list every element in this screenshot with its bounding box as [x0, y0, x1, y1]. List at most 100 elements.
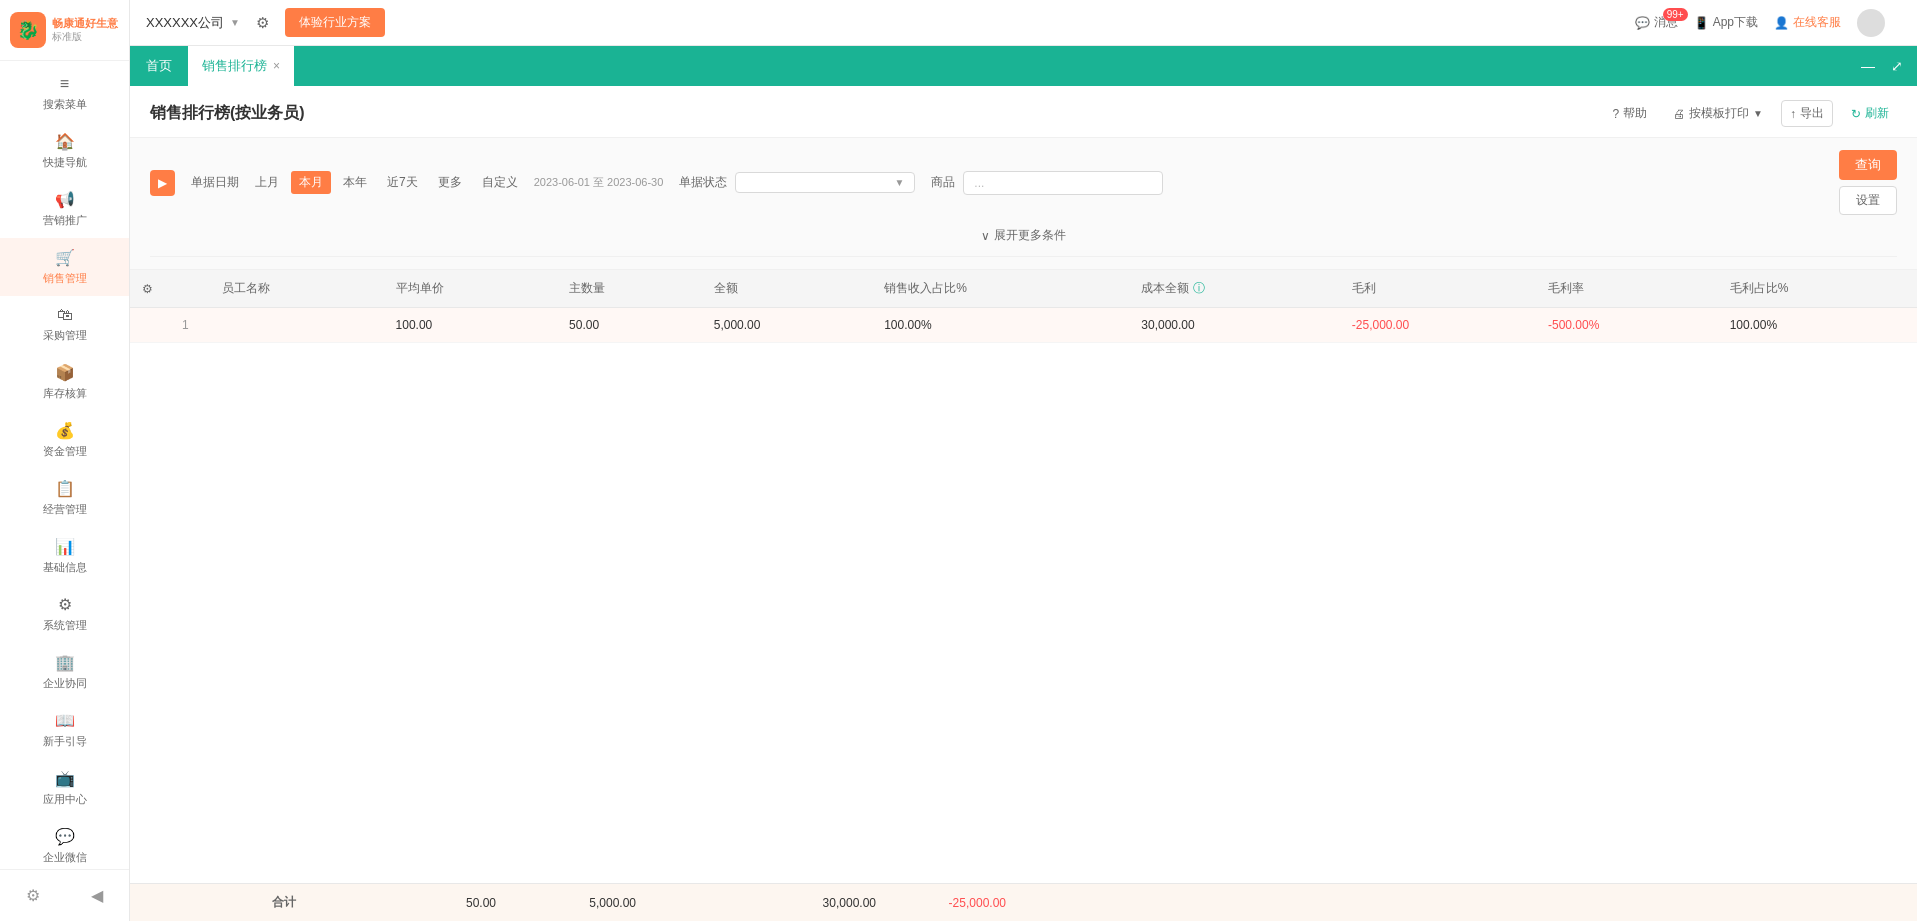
sidebar-item-label: 基础信息: [43, 560, 87, 575]
refresh-icon: ↻: [1851, 107, 1861, 121]
message-button[interactable]: 💬 消息 99+: [1635, 14, 1678, 31]
content-inner: 销售排行榜(按业务员) ? 帮助 🖨 按模板打印 ▼ ↑ 导出: [130, 86, 1917, 921]
refresh-button[interactable]: ↻ 刷新: [1843, 101, 1897, 126]
sidebar-item-wechat[interactable]: 💬 企业微信: [0, 817, 129, 869]
table-row: 1 100.00 50.00: [130, 308, 1917, 343]
footer-amount: 5,000.00: [516, 896, 636, 910]
logo: 🐉 畅康通好生意 标准版: [0, 0, 129, 61]
sidebar-item-system[interactable]: ⚙ 系统管理: [0, 585, 129, 643]
content-area: 销售排行榜(按业务员) ? 帮助 🖨 按模板打印 ▼ ↑ 导出: [130, 86, 1917, 921]
date-range: 2023-06-01 至 2023-06-30: [534, 175, 664, 190]
sidebar-item-enterprise[interactable]: 🏢 企业协同: [0, 643, 129, 701]
date-btn-current-year[interactable]: 本年: [335, 171, 375, 194]
print-chevron-icon: ▼: [1753, 108, 1763, 119]
sidebar-item-apps[interactable]: 📺 应用中心: [0, 759, 129, 817]
export-button[interactable]: ↑ 导出: [1781, 100, 1833, 127]
tab-close-button[interactable]: ×: [273, 59, 280, 73]
help-label: 帮助: [1623, 105, 1647, 122]
service-icon: 👤: [1774, 16, 1789, 30]
goods-select[interactable]: ...: [963, 171, 1163, 195]
enterprise-icon: 🏢: [55, 653, 75, 672]
sidebar-item-label: 采购管理: [43, 328, 87, 343]
chevron-down-icon: ▼: [230, 17, 240, 28]
avatar[interactable]: [1857, 9, 1885, 37]
service-label: 在线客服: [1793, 14, 1841, 31]
footer-main-qty: 50.00: [396, 896, 496, 910]
status-select[interactable]: ▼: [735, 172, 915, 193]
query-button[interactable]: 查询: [1839, 150, 1897, 180]
row-gross: -25,000.00: [1340, 308, 1536, 343]
sidebar-item-marketing[interactable]: 📢 营销推广: [0, 180, 129, 238]
sidebar-item-guide[interactable]: 📖 新手引导: [0, 701, 129, 759]
row-cost: 30,000.00: [1129, 308, 1340, 343]
filter-area: ▶ 单据日期 上月 本月 本年 近7天 更多 自定义 2023-06: [130, 138, 1917, 270]
sidebar-item-label: 新手引导: [43, 734, 87, 749]
phone-icon: 📱: [1694, 16, 1709, 30]
col-header-settings[interactable]: ⚙: [130, 270, 170, 308]
col-header-amount: 全额: [702, 270, 872, 308]
company-selector[interactable]: XXXXXX公司 ▼: [146, 14, 240, 32]
online-service-button[interactable]: 👤 在线客服: [1774, 14, 1841, 31]
row-settings: [130, 308, 170, 343]
expand-more-button[interactable]: ∨ 展开更多条件: [965, 221, 1082, 250]
trial-button[interactable]: 体验行业方案: [285, 8, 385, 37]
column-settings-icon[interactable]: ⚙: [142, 282, 153, 296]
sidebar-collapse-button[interactable]: ◀: [85, 880, 109, 911]
refresh-label: 刷新: [1865, 105, 1889, 122]
sidebar-settings-button[interactable]: ⚙: [20, 880, 46, 911]
sidebar-item-search[interactable]: ≡ 搜索菜单: [0, 65, 129, 122]
sidebar-item-label: 资金管理: [43, 444, 87, 459]
top-header: XXXXXX公司 ▼ ⚙ 体验行业方案 💬 消息 99+ 📱 App下载 👤 在…: [130, 0, 1917, 46]
filter-expand-arrow[interactable]: ▶: [150, 170, 175, 196]
print-icon: 🖨: [1673, 107, 1685, 121]
purchase-icon: 🛍: [57, 306, 73, 324]
row-gross-pct: 100.00%: [1718, 308, 1917, 343]
company-name: XXXXXX公司: [146, 14, 224, 32]
sidebar-item-sales[interactable]: 🛒 销售管理: [0, 238, 129, 296]
sidebar: 🐉 畅康通好生意 标准版 ≡ 搜索菜单 🏠 快捷导航 📢 营销推广 🛒 销售管理…: [0, 0, 130, 921]
col-header-name: 员工名称: [210, 270, 384, 308]
setting-button[interactable]: 设置: [1839, 186, 1897, 215]
sidebar-item-label: 库存核算: [43, 386, 87, 401]
sidebar-item-purchase[interactable]: 🛍 采购管理: [0, 296, 129, 353]
marketing-icon: 📢: [55, 190, 75, 209]
col-header-avg-price: 平均单价: [384, 270, 558, 308]
sidebar-item-finance[interactable]: 💰 资金管理: [0, 411, 129, 469]
date-btn-more[interactable]: 更多: [430, 171, 470, 194]
row-gross-rate: -500.00%: [1536, 308, 1718, 343]
col-header-cost: 成本全额 ⓘ: [1129, 270, 1340, 308]
sidebar-item-label: 搜索菜单: [43, 97, 87, 112]
main-area: XXXXXX公司 ▼ ⚙ 体验行业方案 💬 消息 99+ 📱 App下载 👤 在…: [130, 0, 1917, 921]
tab-sales-ranking[interactable]: 销售排行榜 ×: [188, 46, 294, 86]
print-button[interactable]: 🖨 按模板打印 ▼: [1665, 101, 1771, 126]
query-setting-group: 查询 设置: [1839, 150, 1897, 215]
date-btn-last-month[interactable]: 上月: [247, 171, 287, 194]
status-filter: 单据状态 ▼: [679, 172, 915, 193]
header-settings-button[interactable]: ⚙: [252, 10, 273, 36]
sidebar-item-label: 销售管理: [43, 271, 87, 286]
tab-home[interactable]: 首页: [130, 46, 188, 86]
sidebar-item-inventory[interactable]: 📦 库存核算: [0, 353, 129, 411]
sidebar-item-label: 经营管理: [43, 502, 87, 517]
date-btn-custom[interactable]: 自定义: [474, 171, 526, 194]
sidebar-item-label: 应用中心: [43, 792, 87, 807]
print-label: 按模板打印: [1689, 105, 1749, 122]
date-btn-current-month[interactable]: 本月: [291, 171, 331, 194]
sidebar-item-basic[interactable]: 📊 基础信息: [0, 527, 129, 585]
cost-info-icon[interactable]: ⓘ: [1193, 281, 1205, 295]
date-label: 单据日期: [191, 174, 239, 191]
status-label: 单据状态: [679, 174, 727, 191]
tab-minimize-button[interactable]: —: [1857, 54, 1879, 78]
app-download-button[interactable]: 📱 App下载: [1694, 14, 1758, 31]
tab-maximize-button[interactable]: ⤢: [1887, 54, 1907, 78]
row-name: [210, 308, 384, 343]
page-header: 销售排行榜(按业务员) ? 帮助 🖨 按模板打印 ▼ ↑ 导出: [130, 86, 1917, 138]
app-download-label: App下载: [1713, 14, 1758, 31]
inventory-icon: 📦: [55, 363, 75, 382]
help-button[interactable]: ? 帮助: [1604, 101, 1655, 126]
footer-cost: 30,000.00: [756, 896, 876, 910]
date-btn-last-7days[interactable]: 近7天: [379, 171, 426, 194]
goods-placeholder: ...: [974, 176, 984, 190]
sidebar-item-operations[interactable]: 📋 经营管理: [0, 469, 129, 527]
sidebar-item-shortcut[interactable]: 🏠 快捷导航: [0, 122, 129, 180]
